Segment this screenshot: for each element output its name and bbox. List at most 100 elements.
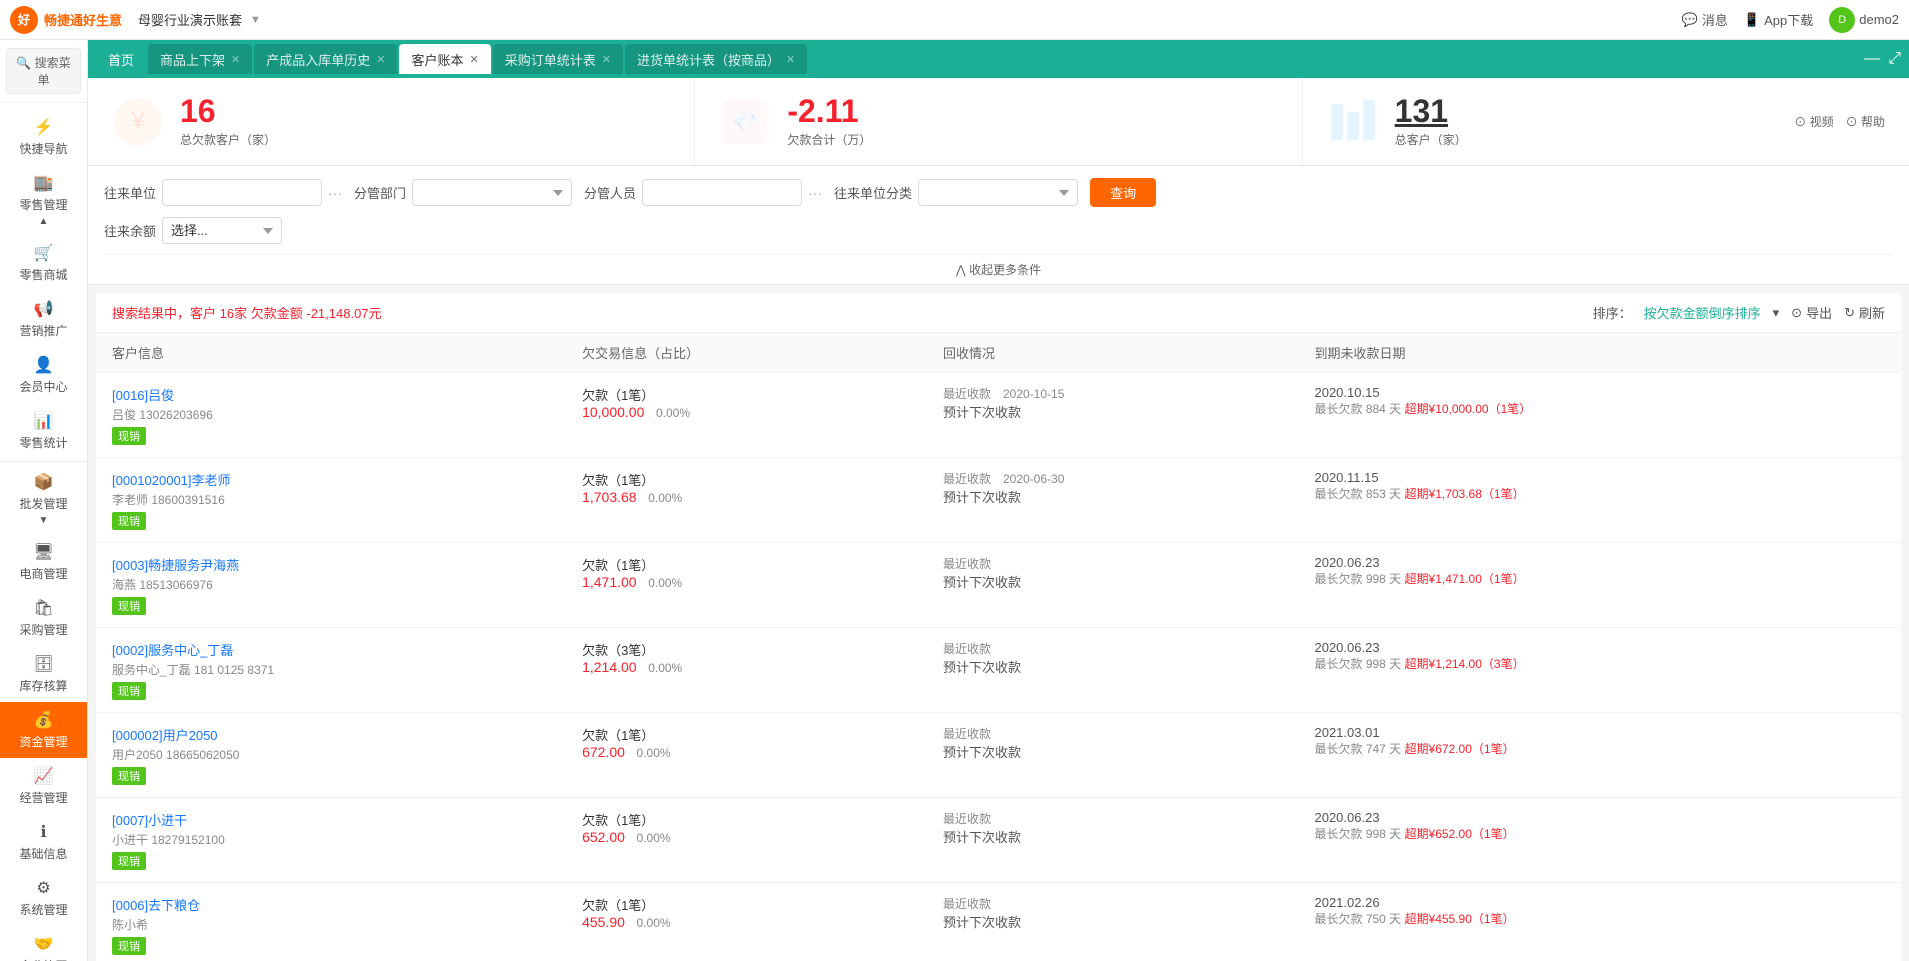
sidebar-item-basic-info[interactable]: ℹ 基础信息 — [0, 814, 87, 870]
cell-recovery-6: 最近收款 预计下次收款 — [927, 883, 1299, 961]
tab-customer-account-close[interactable]: ✕ — [470, 53, 479, 66]
filter-collapse-btn[interactable]: ⋀ 收起更多条件 — [104, 254, 1893, 284]
sidebar-item-inventory[interactable]: 🗄 库存核算 — [0, 646, 87, 702]
customer-name-link-2[interactable]: [0003]畅捷服务尹海燕 — [112, 558, 239, 573]
tab-customer-account[interactable]: 客户账本 ✕ — [399, 44, 490, 74]
customer-name-link-6[interactable]: [0006]去下粮仓 — [112, 898, 200, 913]
customer-tag-4: 现销 — [112, 767, 146, 785]
customer-name-link-5[interactable]: [0007]小进干 — [112, 813, 187, 828]
th-recovery: 回收情况 — [927, 333, 1299, 373]
help-btn[interactable]: ⊙ 帮助 — [1846, 113, 1885, 130]
sidebar-item-member[interactable]: 👤 会员中心 — [0, 347, 87, 403]
refresh-btn[interactable]: ↻ 刷新 — [1844, 303, 1885, 322]
tab-production-close[interactable]: ✕ — [376, 53, 385, 66]
filter-from-unit-input[interactable] — [162, 179, 322, 206]
filter-dept-select[interactable] — [412, 179, 572, 206]
filter-unit-class-select[interactable] — [918, 179, 1078, 206]
user-menu[interactable]: D demo2 — [1829, 7, 1899, 33]
sidebar-item-retail-mgmt[interactable]: 🏬 零售管理 ▲ — [0, 165, 87, 235]
stat-icon-debt-amount: 💎 — [719, 96, 771, 148]
tab-home[interactable]: 首页 — [96, 44, 146, 74]
sidebar-item-marketing[interactable]: 📢 营销推广 — [0, 291, 87, 347]
filter-remaining-select[interactable]: 选择... — [162, 217, 282, 244]
last-payment-label-2: 最近收款 — [943, 555, 1283, 572]
stat-label-debt-amount: 欠款合计（万） — [787, 131, 871, 148]
sidebar-label-business: 经营管理 — [19, 789, 67, 806]
debt-pct-4: 0.00% — [637, 746, 671, 760]
sidebar-item-ecommerce[interactable]: 🖥 电商管理 — [0, 534, 87, 590]
table-row: [0006]去下粮仓 陈小希 现销 欠款（1笔） 455.90 0.00% 最近… — [96, 883, 1901, 961]
overdue-amount-link-2[interactable]: 超期¥1,471.00（1笔） — [1405, 572, 1525, 586]
sidebar-item-purchase[interactable]: 🛍 采购管理 — [0, 590, 87, 646]
filter-manager-input[interactable] — [642, 179, 802, 206]
tab-purchase-order[interactable]: 采购订单统计表 ✕ — [493, 44, 623, 74]
stat-card-total-customers: 131 总客户（家） ⊙ 视频 ⊙ 帮助 — [1303, 78, 1909, 165]
sidebar-item-quick-nav[interactable]: ⚡ 快捷导航 — [0, 109, 87, 165]
app-download-btn[interactable]: 📱 App下载 — [1744, 10, 1813, 29]
tab-minimize-icon[interactable]: — — [1864, 50, 1880, 68]
stat-number-total-customers: 131 — [1395, 95, 1467, 127]
overdue-amount-link-1[interactable]: 超期¥1,703.68（1笔） — [1405, 487, 1525, 501]
customer-name-link-1[interactable]: [0001020001]李老师 — [112, 473, 231, 488]
customer-contact-4: 用户2050 18665062050 — [112, 746, 550, 763]
view-video-btn[interactable]: ⊙ 视频 — [1794, 113, 1833, 130]
ecommerce-icon: 🖥 — [33, 542, 53, 562]
last-payment-label-1: 最近收款 2020-06-30 — [943, 470, 1283, 487]
tab-purchase-order-label: 采购订单统计表 — [505, 50, 596, 69]
filter-from-unit-dots[interactable]: ··· — [328, 185, 342, 201]
sidebar-item-finance[interactable]: 💰 资金管理 — [0, 702, 87, 758]
filter-manager-dots[interactable]: ··· — [808, 185, 822, 201]
debt-amount-6: 455.90 — [582, 914, 625, 930]
sidebar-item-system[interactable]: ⚙ 系统管理 — [0, 870, 87, 926]
sort-select[interactable]: 按欠款金额倒序排序 — [1644, 303, 1761, 322]
sidebar-item-enterprise[interactable]: 🤝 企业协同 — [0, 926, 87, 961]
th-customer-info: 客户信息 — [96, 333, 566, 373]
message-btn[interactable]: 💬 消息 — [1682, 10, 1728, 29]
next-payment-0: 预计下次收款 — [943, 402, 1283, 421]
table-info: 搜索结果中，客户 16家 欠款金额 -21,148.07元 — [112, 303, 382, 322]
sidebar-item-retail-stats[interactable]: 📊 零售统计 — [0, 403, 87, 459]
cell-debt-info-4: 欠款（1笔） 672.00 0.00% — [566, 713, 927, 798]
tab-purchase-order-close[interactable]: ✕ — [602, 53, 611, 66]
overdue-amount-link-0[interactable]: 超期¥10,000.00（1笔） — [1405, 402, 1532, 416]
sidebar-item-batch-mgmt[interactable]: 📦 批发管理 ▼ — [0, 464, 87, 534]
overdue-amount-link-5[interactable]: 超期¥652.00（1笔） — [1405, 827, 1515, 841]
overdue-amount-link-4[interactable]: 超期¥672.00（1笔） — [1405, 742, 1515, 756]
sidebar-label-enterprise: 企业协同 — [19, 957, 67, 961]
tab-purchase-stats[interactable]: 进货单统计表（按商品） ✕ — [625, 44, 807, 74]
customer-name-link-0[interactable]: [0016]吕俊 — [112, 388, 174, 403]
overdue-amount-link-6[interactable]: 超期¥455.90（1笔） — [1405, 912, 1515, 926]
customer-name-link-3[interactable]: [0002]服务中心_丁磊 — [112, 643, 233, 658]
tab-maximize-icon[interactable]: ⤢ — [1888, 50, 1901, 68]
sidebar-label-retail-stats: 零售统计 — [19, 434, 67, 451]
sidebar-nav: ⚡ 快捷导航 🏬 零售管理 ▲ 🛒 零售商城 📢 营销推广 👤 会员中心 � — [0, 103, 87, 961]
last-payment-label-3: 最近收款 — [943, 640, 1283, 657]
customer-name-link-4[interactable]: [000002]用户2050 — [112, 728, 218, 743]
tab-purchase-stats-close[interactable]: ✕ — [786, 53, 795, 66]
sidebar-label-basic-info: 基础信息 — [19, 845, 67, 862]
sidebar-item-business[interactable]: 📈 经营管理 — [0, 758, 87, 814]
filter-dept-label: 分管部门 — [354, 183, 406, 202]
cell-due-date-3: 2020.06.23 最长欠款 998 天 超期¥1,214.00（3笔） — [1298, 628, 1901, 713]
tab-products[interactable]: 商品上下架 ✕ — [148, 44, 252, 74]
app-download-label: App下载 — [1764, 10, 1813, 29]
sort-arrow-icon[interactable]: ▾ — [1773, 305, 1780, 321]
store-select-icon[interactable]: ▼ — [250, 14, 261, 26]
sort-label: 排序： — [1593, 303, 1632, 322]
quick-nav-icon: ⚡ — [34, 117, 54, 137]
debt-pct-5: 0.00% — [637, 831, 671, 845]
customer-tag-5: 现销 — [112, 852, 146, 870]
sidebar-search-btn[interactable]: 🔍 搜索菜单 — [6, 48, 81, 94]
store-name[interactable]: 母婴行业演示账套 — [138, 10, 242, 29]
table-debt-value: -21,148.07元 — [306, 306, 381, 321]
cell-recovery-4: 最近收款 预计下次收款 — [927, 713, 1299, 798]
table-header-row: 客户信息 欠交易信息（占比） 回收情况 到期未收款日期 — [96, 333, 1901, 373]
export-btn[interactable]: ⊙ 导出 — [1791, 303, 1832, 322]
sidebar-item-retail-mall[interactable]: 🛒 零售商城 — [0, 235, 87, 291]
customer-tag-6: 现销 — [112, 937, 146, 955]
query-button[interactable]: 查询 — [1090, 178, 1156, 207]
enterprise-icon: 🤝 — [34, 934, 54, 954]
tab-products-close[interactable]: ✕ — [231, 53, 240, 66]
overdue-amount-link-3[interactable]: 超期¥1,214.00（3笔） — [1405, 657, 1525, 671]
tab-production[interactable]: 产成品入库单历史 ✕ — [254, 44, 397, 74]
